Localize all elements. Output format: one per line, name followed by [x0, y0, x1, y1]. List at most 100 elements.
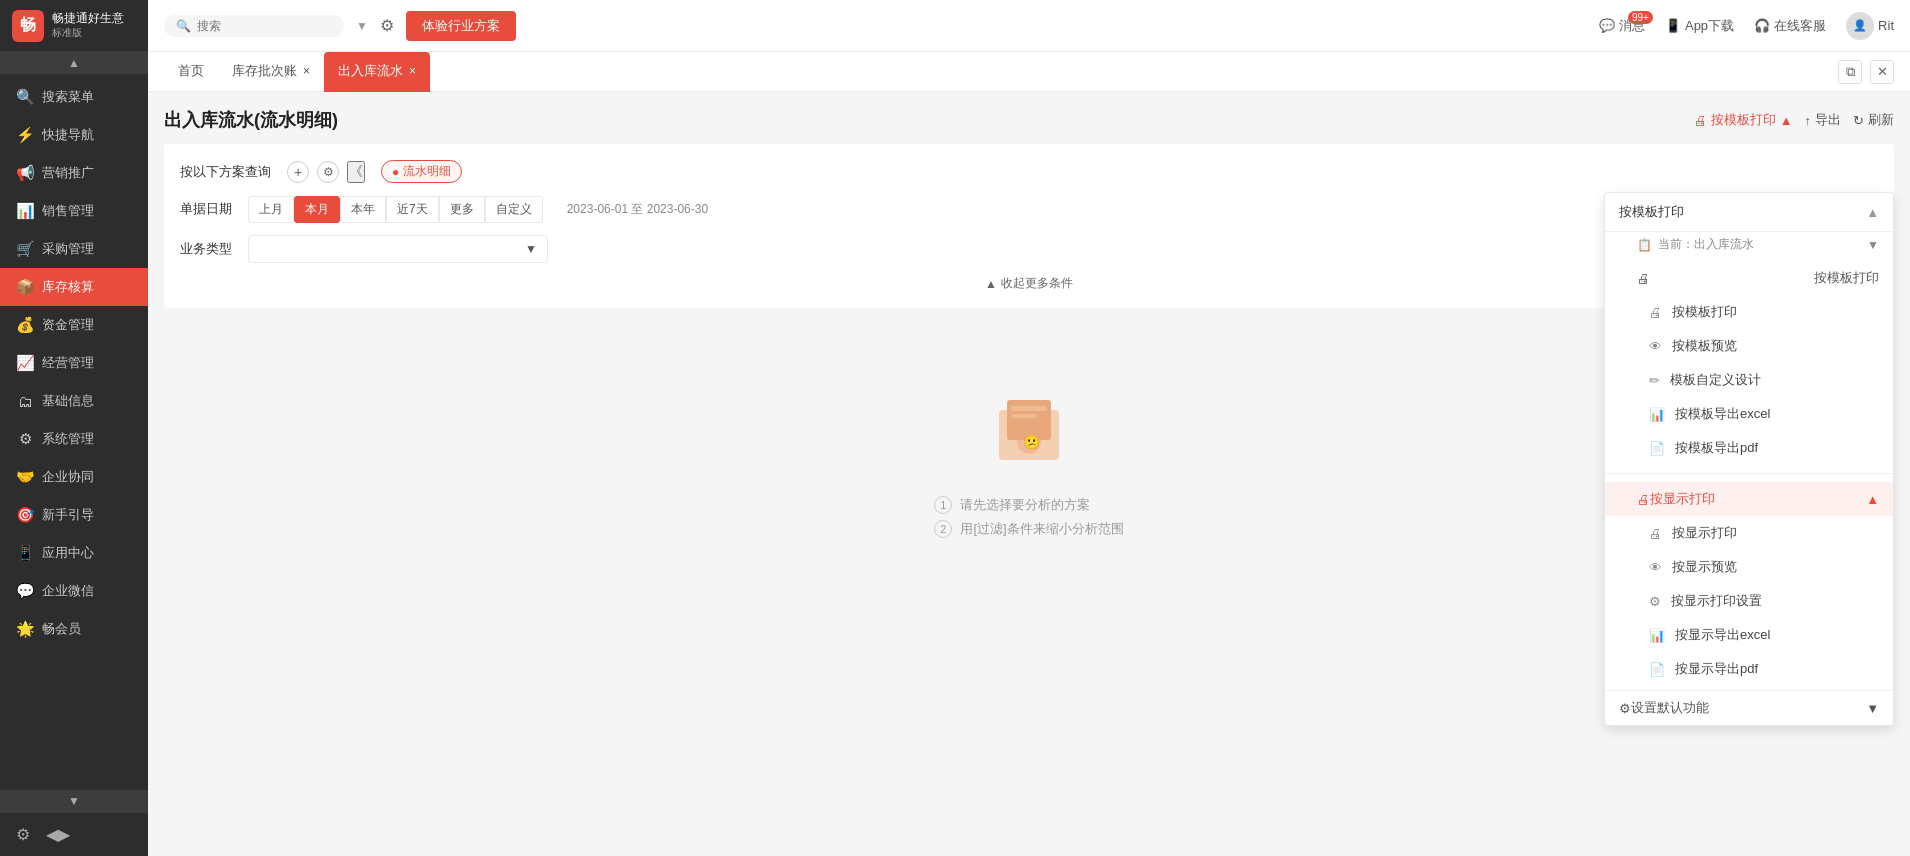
sidebar-item-appstore[interactable]: 📱 应用中心	[0, 534, 148, 572]
tabs-right-controls: ⧉ ✕	[1838, 60, 1894, 84]
dropdown-footer[interactable]: ⚙ 设置默认功能 ▼	[1605, 690, 1893, 725]
display-section-icon: 🖨	[1637, 492, 1650, 507]
app-download-area[interactable]: 📱 App下载	[1665, 17, 1734, 35]
dropdown-item-display-preview[interactable]: 👁 按显示预览	[1605, 550, 1893, 584]
tabs-bar: 首页 库存批次账 × 出入库流水 × ⧉ ✕	[148, 52, 1910, 92]
search-icon: 🔍	[176, 19, 191, 33]
dropdown-item-display-print[interactable]: 🖨 按显示打印	[1605, 516, 1893, 550]
sidebar-item-inventory[interactable]: 📦 库存核算	[0, 268, 148, 306]
sidebar-item-finance[interactable]: 💰 资金管理	[0, 306, 148, 344]
export-label: 导出	[1815, 111, 1841, 129]
dropdown-item-display-excel[interactable]: 📊 按显示导出excel	[1605, 618, 1893, 652]
close-window-button[interactable]: ✕	[1870, 60, 1894, 84]
dropdown-item-template-print[interactable]: 🖨 按模板打印	[1605, 295, 1893, 329]
sidebar-settings-icon[interactable]: ⚙	[16, 825, 30, 844]
tab-flow-close-icon[interactable]: ×	[409, 64, 416, 78]
filter-collapse-button[interactable]: 《	[347, 161, 365, 183]
sidebar-item-label: 新手引导	[42, 506, 94, 524]
sidebar-item-label: 基础信息	[42, 392, 94, 410]
sidebar-item-sales[interactable]: 📊 销售管理	[0, 192, 148, 230]
sidebar-item-base[interactable]: 🗂 基础信息	[0, 382, 148, 420]
sidebar-item-operations[interactable]: 📈 经营管理	[0, 344, 148, 382]
sidebar-item-label: 系统管理	[42, 430, 94, 448]
system-nav-icon: ⚙	[16, 430, 34, 448]
dropdown-item-display-pdf[interactable]: 📄 按显示导出pdf	[1605, 652, 1893, 686]
dropdown-item-template-pdf[interactable]: 📄 按模板导出pdf	[1605, 431, 1893, 465]
date-btn-last-month[interactable]: 上月	[248, 196, 294, 223]
dropdown-item-template-design[interactable]: ✏ 模板自定义设计	[1605, 363, 1893, 397]
date-btn-this-year[interactable]: 本年	[340, 196, 386, 223]
message-badge: 99+	[1628, 11, 1653, 24]
restore-window-button[interactable]: ⧉	[1838, 60, 1862, 84]
date-btn-7days[interactable]: 近7天	[386, 196, 439, 223]
finance-nav-icon: 💰	[16, 316, 34, 334]
sidebar-item-system[interactable]: ⚙ 系统管理	[0, 420, 148, 458]
logo-area: 畅 畅捷通好生意 标准版	[0, 0, 148, 52]
page-title: 出入库流水(流水明细)	[164, 108, 338, 132]
dropdown-item-template-preview[interactable]: 👁 按模板预览	[1605, 329, 1893, 363]
settings-gear-icon[interactable]: ⚙	[380, 16, 394, 35]
page-actions: 🖨 按模板打印 ▲ ↑ 导出 ↻ 刷新	[1694, 111, 1894, 129]
sidebar-item-vip[interactable]: 🌟 畅会员	[0, 610, 148, 648]
sidebar-item-marketing[interactable]: 📢 营销推广	[0, 154, 148, 192]
print-template-button[interactable]: 🖨 按模板打印 ▲	[1694, 111, 1793, 129]
industry-solution-button[interactable]: 体验行业方案	[406, 11, 516, 41]
logo-icon: 畅	[12, 10, 44, 42]
search-box[interactable]: 🔍	[164, 15, 344, 37]
date-btn-this-month[interactable]: 本月	[294, 196, 340, 223]
svg-rect-2	[1011, 406, 1047, 411]
dropdown-item-display-settings[interactable]: ⚙ 按显示打印设置	[1605, 584, 1893, 618]
template-section-label: 按模板打印	[1814, 269, 1879, 287]
display-settings-label: 按显示打印设置	[1671, 592, 1762, 610]
tab-flow[interactable]: 出入库流水 ×	[324, 52, 430, 92]
dropdown-current-label[interactable]: 📋 当前：出入库流水 ▼	[1605, 232, 1893, 257]
tab-home[interactable]: 首页	[164, 52, 218, 92]
message-area[interactable]: 💬 消息 99+	[1599, 17, 1645, 35]
display-print-label: 按显示打印	[1672, 524, 1737, 542]
dropdown-item-template-excel[interactable]: 📊 按模板导出excel	[1605, 397, 1893, 431]
user-name[interactable]: Rit	[1878, 18, 1894, 33]
business-type-select[interactable]: ▼	[248, 235, 548, 263]
dropdown-current-icon: 📋	[1637, 238, 1652, 252]
sidebar-item-label: 资金管理	[42, 316, 94, 334]
template-section-header[interactable]: 🖨 按模板打印	[1605, 261, 1893, 295]
date-btn-custom[interactable]: 自定义	[485, 196, 543, 223]
sidebar-scroll-down[interactable]: ▼	[0, 790, 148, 812]
date-btn-more[interactable]: 更多	[439, 196, 485, 223]
sidebar-item-wechat[interactable]: 💬 企业微信	[0, 572, 148, 610]
filter-tag-chip[interactable]: ● 流水明细	[381, 160, 462, 183]
sidebar-fold-icon[interactable]: ◀▶	[46, 825, 70, 844]
display-excel-icon: 📊	[1649, 628, 1665, 643]
svg-rect-3	[1011, 414, 1037, 418]
display-section-chevron-icon: ▲	[1866, 492, 1879, 507]
marketing-nav-icon: 📢	[16, 164, 34, 182]
sidebar-scroll-up[interactable]: ▲	[0, 52, 148, 74]
user-area[interactable]: 👤 Rit	[1846, 12, 1894, 40]
filter-gear-button[interactable]: ⚙	[317, 161, 339, 183]
display-section-header[interactable]: 🖨 按显示打印 ▲	[1605, 482, 1893, 516]
filter-add-button[interactable]: +	[287, 161, 309, 183]
sidebar-item-purchase[interactable]: 🛒 采购管理	[0, 230, 148, 268]
step-2-text: 用[过滤]条件来缩小分析范围	[960, 520, 1123, 538]
dropdown-close-chevron-icon[interactable]: ▲	[1866, 205, 1879, 220]
sidebar-item-label: 销售管理	[42, 202, 94, 220]
sidebar-item-search[interactable]: 🔍 搜索菜单	[0, 78, 148, 116]
search-input[interactable]	[197, 19, 332, 33]
display-pdf-label: 按显示导出pdf	[1675, 660, 1758, 678]
sidebar-item-guide[interactable]: 🎯 新手引导	[0, 496, 148, 534]
tab-batch[interactable]: 库存批次账 ×	[218, 52, 324, 92]
tab-batch-close-icon[interactable]: ×	[303, 64, 310, 78]
guide-nav-icon: 🎯	[16, 506, 34, 524]
topbar-right: 💬 消息 99+ 📱 App下载 🎧 在线客服 👤 Rit	[1599, 12, 1894, 40]
display-settings-icon: ⚙	[1649, 594, 1661, 609]
dropdown-footer-icon: ⚙	[1619, 701, 1631, 716]
search-dropdown-icon[interactable]: ▼	[356, 19, 368, 33]
topbar: 🔍 ▼ ⚙ 体验行业方案 💬 消息 99+ 📱 App下载 🎧 在线客服 👤	[148, 0, 1910, 52]
export-button[interactable]: ↑ 导出	[1805, 111, 1842, 129]
date-range-text: 2023-06-01 至 2023-06-30	[567, 201, 708, 218]
refresh-button[interactable]: ↻ 刷新	[1853, 111, 1894, 129]
sidebar-item-label: 企业协同	[42, 468, 94, 486]
online-service-area[interactable]: 🎧 在线客服	[1754, 17, 1826, 35]
sidebar-item-shortcut[interactable]: ⚡ 快捷导航	[0, 116, 148, 154]
sidebar-item-partner[interactable]: 🤝 企业协同	[0, 458, 148, 496]
